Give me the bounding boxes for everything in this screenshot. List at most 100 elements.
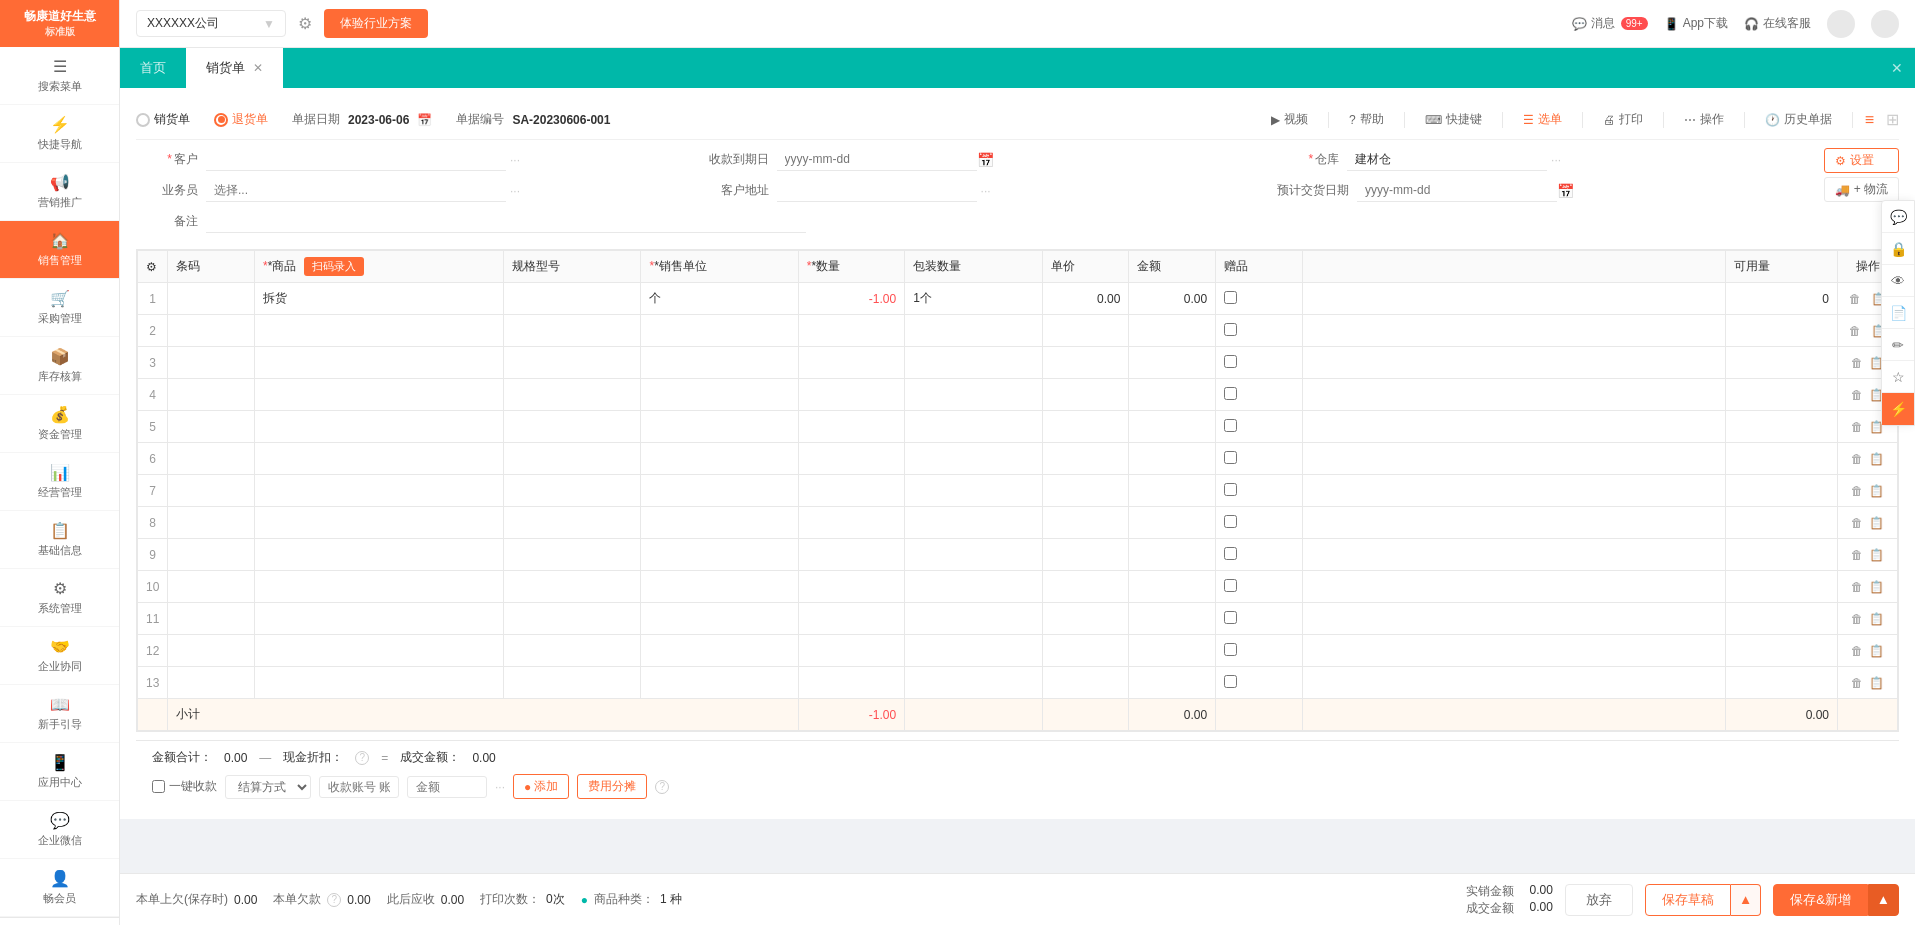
gift-checkbox-4[interactable] xyxy=(1224,387,1237,400)
sidebar-item-inventory[interactable]: 📦 库存核算 xyxy=(0,337,119,395)
copy-row-11[interactable]: 📋 xyxy=(1866,612,1887,626)
gift-checkbox-3[interactable] xyxy=(1224,355,1237,368)
amount-input[interactable] xyxy=(407,776,487,798)
col-settings[interactable]: ⚙ xyxy=(138,251,168,283)
customer-addr-dots[interactable]: ··· xyxy=(977,184,995,198)
radio-sales-order[interactable]: 销货单 xyxy=(136,111,190,128)
one-click-pay-checkbox[interactable]: 一键收款 xyxy=(152,778,217,795)
help-icon-footer[interactable]: ? xyxy=(327,893,341,907)
customer-dots[interactable]: ··· xyxy=(506,153,524,167)
delete-row-1[interactable]: 🗑 xyxy=(1846,292,1864,306)
sidebar-item-wechat[interactable]: 💬 企业微信 xyxy=(0,801,119,859)
sidebar-item-operations[interactable]: 📊 经营管理 xyxy=(0,453,119,511)
sidebar-item-finance[interactable]: 💰 资金管理 xyxy=(0,395,119,453)
sidebar-item-search[interactable]: ☰ 搜索菜单 xyxy=(0,47,119,105)
rf-btn-4[interactable]: 📄 xyxy=(1882,297,1914,329)
calendar-icon[interactable]: 📅 xyxy=(417,113,432,127)
copy-row-6[interactable]: 📋 xyxy=(1866,452,1887,466)
view-toggle-list[interactable]: ≡ xyxy=(1865,111,1874,129)
sidebar-item-quick-nav[interactable]: ⚡ 快捷导航 xyxy=(0,105,119,163)
copy-row-13[interactable]: 📋 xyxy=(1866,676,1887,690)
rf-btn-1[interactable]: 💬 xyxy=(1882,201,1914,233)
user-avatar-2[interactable] xyxy=(1871,10,1899,38)
note-input[interactable] xyxy=(206,210,806,233)
customer-addr-input[interactable] xyxy=(777,179,977,202)
sidebar-item-app-center[interactable]: 📱 应用中心 xyxy=(0,743,119,801)
delete-row-13[interactable]: 🗑 xyxy=(1848,676,1866,690)
gift-checkbox-5[interactable] xyxy=(1224,419,1237,432)
delete-row-12[interactable]: 🗑 xyxy=(1848,644,1866,658)
toolbar-operations[interactable]: ⋯ 操作 xyxy=(1676,108,1732,131)
toolbar-history[interactable]: 🕐 历史单据 xyxy=(1757,108,1840,131)
payment-method-select[interactable]: 结算方式 xyxy=(225,775,311,799)
messages-button[interactable]: 💬 消息 99+ xyxy=(1572,15,1648,32)
app-download-button[interactable]: 📱 App下载 xyxy=(1664,15,1728,32)
warehouse-dots[interactable]: ··· xyxy=(1547,153,1565,167)
tab-close-icon[interactable]: ✕ xyxy=(253,61,263,75)
add-payment-button[interactable]: ● 添加 xyxy=(513,774,569,799)
gift-checkbox-1[interactable] xyxy=(1224,291,1237,304)
copy-row-10[interactable]: 📋 xyxy=(1866,580,1887,594)
save-new-arrow-button[interactable]: ▲ xyxy=(1868,884,1899,916)
delete-row-2[interactable]: 🗑 xyxy=(1846,324,1864,338)
help-circle-icon[interactable]: ? xyxy=(355,751,369,765)
sidebar-item-member[interactable]: 👤 畅会员 xyxy=(0,859,119,917)
sidebar-item-guide[interactable]: 📖 新手引导 xyxy=(0,685,119,743)
tab-sales-order[interactable]: 销货单 ✕ xyxy=(186,48,283,88)
sidebar-item-system[interactable]: ⚙ 系统管理 xyxy=(0,569,119,627)
delete-row-3[interactable]: 🗑 xyxy=(1848,356,1866,370)
tab-bar-close-icon[interactable]: ✕ xyxy=(1891,60,1903,76)
gift-checkbox-13[interactable] xyxy=(1224,675,1237,688)
toolbar-video[interactable]: ▶ 视频 xyxy=(1263,108,1316,131)
gift-checkbox-12[interactable] xyxy=(1224,643,1237,656)
fee-split-button[interactable]: 费用分摊 xyxy=(577,774,647,799)
sidebar-item-marketing[interactable]: 📢 营销推广 xyxy=(0,163,119,221)
delete-row-8[interactable]: 🗑 xyxy=(1848,516,1866,530)
rf-btn-2[interactable]: 🔒 xyxy=(1882,233,1914,265)
warehouse-input[interactable] xyxy=(1347,148,1547,171)
view-toggle-grid[interactable]: ⊞ xyxy=(1886,110,1899,129)
payment-due-calendar-icon[interactable]: 📅 xyxy=(977,152,994,168)
salesperson-dots[interactable]: ··· xyxy=(506,184,524,198)
scan-button[interactable]: 扫码录入 xyxy=(304,257,364,276)
expected-date-input[interactable] xyxy=(1357,179,1557,202)
user-avatar[interactable] xyxy=(1827,10,1855,38)
sidebar-item-purchase[interactable]: 🛒 采购管理 xyxy=(0,279,119,337)
copy-row-8[interactable]: 📋 xyxy=(1866,516,1887,530)
rf-btn-6[interactable]: ☆ xyxy=(1882,361,1914,393)
rf-btn-5[interactable]: ✏ xyxy=(1882,329,1914,361)
logistics-button[interactable]: 🚚 + 物流 xyxy=(1824,177,1899,202)
trial-button[interactable]: 体验行业方案 xyxy=(324,9,428,38)
delete-row-4[interactable]: 🗑 xyxy=(1848,388,1866,402)
settings-button[interactable]: ⚙ 设置 xyxy=(1824,148,1899,173)
online-service-button[interactable]: 🎧 在线客服 xyxy=(1744,15,1811,32)
delete-row-7[interactable]: 🗑 xyxy=(1848,484,1866,498)
discard-button[interactable]: 放弃 xyxy=(1565,884,1633,916)
rf-btn-orange[interactable]: ⚡ xyxy=(1882,393,1914,425)
gift-checkbox-2[interactable] xyxy=(1224,323,1237,336)
account-input[interactable] xyxy=(319,776,399,798)
dots-icon[interactable]: ··· xyxy=(495,780,505,794)
header-gear-button[interactable]: ⚙ xyxy=(298,14,312,33)
save-new-button[interactable]: 保存&新增 xyxy=(1773,884,1868,916)
toolbar-print[interactable]: 🖨 打印 xyxy=(1595,108,1651,131)
radio-return-order[interactable]: 退货单 xyxy=(214,111,268,128)
sidebar-item-enterprise[interactable]: 🤝 企业协同 xyxy=(0,627,119,685)
toolbar-select[interactable]: ☰ 选单 xyxy=(1515,108,1570,131)
toolbar-shortcut[interactable]: ⌨ 快捷键 xyxy=(1417,108,1490,131)
copy-row-7[interactable]: 📋 xyxy=(1866,484,1887,498)
rf-btn-3[interactable]: 👁 xyxy=(1882,265,1914,297)
copy-row-12[interactable]: 📋 xyxy=(1866,644,1887,658)
delete-row-6[interactable]: 🗑 xyxy=(1848,452,1866,466)
toolbar-help[interactable]: ? 帮助 xyxy=(1341,108,1392,131)
delete-row-9[interactable]: 🗑 xyxy=(1848,548,1866,562)
sidebar-item-sales[interactable]: 🏠 销售管理 xyxy=(0,221,119,279)
fee-help-icon[interactable]: ? xyxy=(655,780,669,794)
tab-home[interactable]: 首页 xyxy=(120,48,186,88)
salesperson-input[interactable] xyxy=(206,179,506,202)
gift-checkbox-9[interactable] xyxy=(1224,547,1237,560)
gift-checkbox-7[interactable] xyxy=(1224,483,1237,496)
gift-checkbox-6[interactable] xyxy=(1224,451,1237,464)
copy-row-9[interactable]: 📋 xyxy=(1866,548,1887,562)
sidebar-item-basics[interactable]: 📋 基础信息 xyxy=(0,511,119,569)
